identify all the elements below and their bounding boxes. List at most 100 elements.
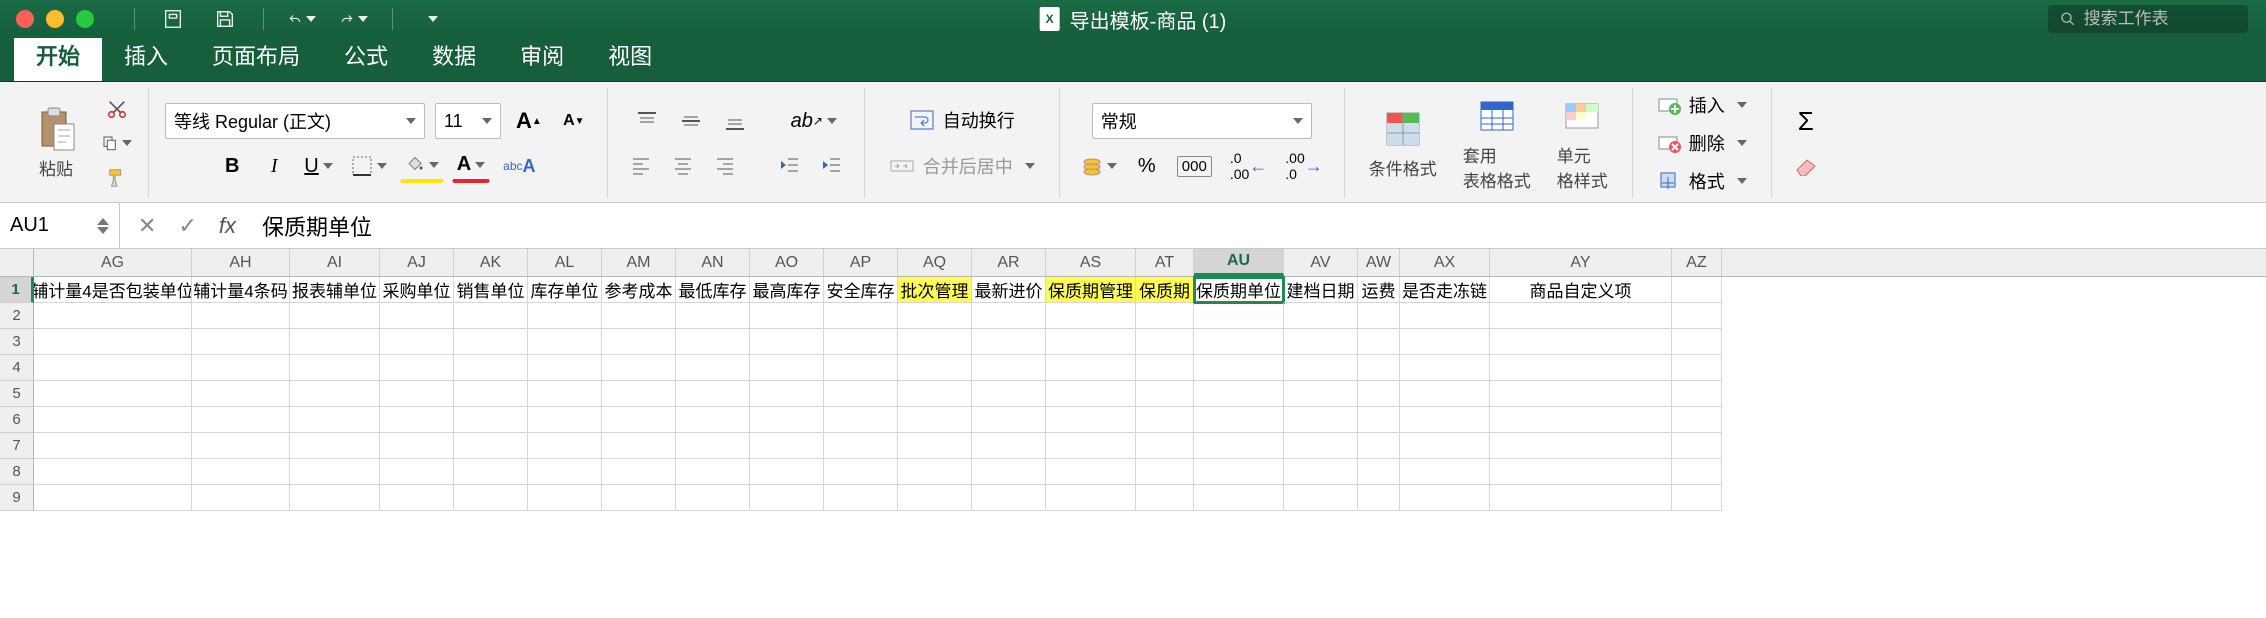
comma-button[interactable]: 000 [1172,149,1217,183]
column-header-AL[interactable]: AL [528,249,602,276]
cell-AT9[interactable] [1136,485,1194,511]
cell-AI9[interactable] [290,485,380,511]
cell-AJ1[interactable]: 采购单位 [380,277,454,303]
align-top-button[interactable] [630,104,664,138]
clear-button[interactable] [1788,148,1824,182]
column-header-AV[interactable]: AV [1284,249,1358,276]
paste-button[interactable]: 粘贴 [26,103,86,184]
cell-AU6[interactable] [1194,407,1284,433]
cell-AX1[interactable]: 是否走冻链 [1400,277,1490,303]
cell-AG1[interactable]: 辅计量4是否包装单位 [34,277,192,303]
cells-area[interactable]: 辅计量4是否包装单位辅计量4条码报表辅单位采购单位销售单位库存单位参考成本最低库… [34,277,2266,511]
cell-AM8[interactable] [602,459,676,485]
cell-AG2[interactable] [34,303,192,329]
font-size-combo[interactable]: 11 [435,103,501,139]
row-header-2[interactable]: 2 [0,303,34,329]
insert-cells-button[interactable]: 插入 [1649,88,1755,122]
cell-AM3[interactable] [602,329,676,355]
cell-AG8[interactable] [34,459,192,485]
phonetic-button[interactable]: abcA [498,149,540,183]
cell-AM7[interactable] [602,433,676,459]
orientation-button[interactable]: ab↗ [786,104,842,138]
cell-AX8[interactable] [1400,459,1490,485]
cell-AT6[interactable] [1136,407,1194,433]
cell-AM1[interactable]: 参考成本 [602,277,676,303]
cell-AJ8[interactable] [380,459,454,485]
cell-AU2[interactable] [1194,303,1284,329]
cell-AR3[interactable] [972,329,1046,355]
cell-AP3[interactable] [824,329,898,355]
row-header-5[interactable]: 5 [0,381,34,407]
bold-button[interactable]: B [215,149,249,183]
search-box[interactable] [2048,5,2248,33]
name-box[interactable]: AU1 [0,203,120,248]
cell-AU1[interactable]: 保质期单位 [1194,277,1284,303]
decrease-decimal-button[interactable]: .00.0→ [1280,149,1327,183]
cell-AU3[interactable] [1194,329,1284,355]
cell-AV9[interactable] [1284,485,1358,511]
column-header-AY[interactable]: AY [1490,249,1672,276]
cell-AX2[interactable] [1400,303,1490,329]
cell-AG3[interactable] [34,329,192,355]
cell-AT1[interactable]: 保质期 [1136,277,1194,303]
cell-AN7[interactable] [676,433,750,459]
cell-AT7[interactable] [1136,433,1194,459]
row-header-7[interactable]: 7 [0,433,34,459]
cell-AH3[interactable] [192,329,290,355]
cell-AO6[interactable] [750,407,824,433]
cell-AQ2[interactable] [898,303,972,329]
cell-AT4[interactable] [1136,355,1194,381]
align-right-button[interactable] [708,148,742,182]
cell-AJ5[interactable] [380,381,454,407]
wrap-text-button[interactable]: 自动换行 [901,103,1023,137]
cell-AP1[interactable]: 安全库存 [824,277,898,303]
cell-AZ6[interactable] [1672,407,1722,433]
cell-AL4[interactable] [528,355,602,381]
row-header-9[interactable]: 9 [0,485,34,511]
cell-AN1[interactable]: 最低库存 [676,277,750,303]
cell-AI2[interactable] [290,303,380,329]
cell-AW9[interactable] [1358,485,1400,511]
cell-AJ3[interactable] [380,329,454,355]
cell-AM9[interactable] [602,485,676,511]
cell-AP4[interactable] [824,355,898,381]
home-icon[interactable] [159,5,187,33]
align-center-button[interactable] [666,148,700,182]
cell-AS6[interactable] [1046,407,1136,433]
cell-AT2[interactable] [1136,303,1194,329]
merge-center-button[interactable]: 合并后居中 [881,149,1043,183]
cell-AV5[interactable] [1284,381,1358,407]
cell-AZ3[interactable] [1672,329,1722,355]
cell-AJ7[interactable] [380,433,454,459]
cell-styles-button[interactable]: 单元 格样式 [1549,90,1616,196]
align-bottom-button[interactable] [718,104,752,138]
cell-AO3[interactable] [750,329,824,355]
cell-AW7[interactable] [1358,433,1400,459]
cell-AG9[interactable] [34,485,192,511]
font-name-combo[interactable]: 等线 Regular (正文) [165,103,425,139]
underline-button[interactable]: U [299,149,337,183]
save-icon[interactable] [211,5,239,33]
align-left-button[interactable] [624,148,658,182]
cell-AT8[interactable] [1136,459,1194,485]
cell-AQ9[interactable] [898,485,972,511]
cell-AQ1[interactable]: 批次管理 [898,277,972,303]
cell-AU8[interactable] [1194,459,1284,485]
cell-AO8[interactable] [750,459,824,485]
column-header-AX[interactable]: AX [1400,249,1490,276]
cell-AU5[interactable] [1194,381,1284,407]
cell-AH6[interactable] [192,407,290,433]
cell-AN2[interactable] [676,303,750,329]
cell-AZ7[interactable] [1672,433,1722,459]
font-color-button[interactable]: A [452,149,490,183]
column-header-AS[interactable]: AS [1046,249,1136,276]
cell-AS4[interactable] [1046,355,1136,381]
format-as-table-button[interactable]: 套用 表格格式 [1455,90,1539,196]
cell-AH2[interactable] [192,303,290,329]
cell-AI6[interactable] [290,407,380,433]
cell-AJ4[interactable] [380,355,454,381]
cell-AW1[interactable]: 运费 [1358,277,1400,303]
cell-AX7[interactable] [1400,433,1490,459]
cell-AN4[interactable] [676,355,750,381]
column-header-AT[interactable]: AT [1136,249,1194,276]
